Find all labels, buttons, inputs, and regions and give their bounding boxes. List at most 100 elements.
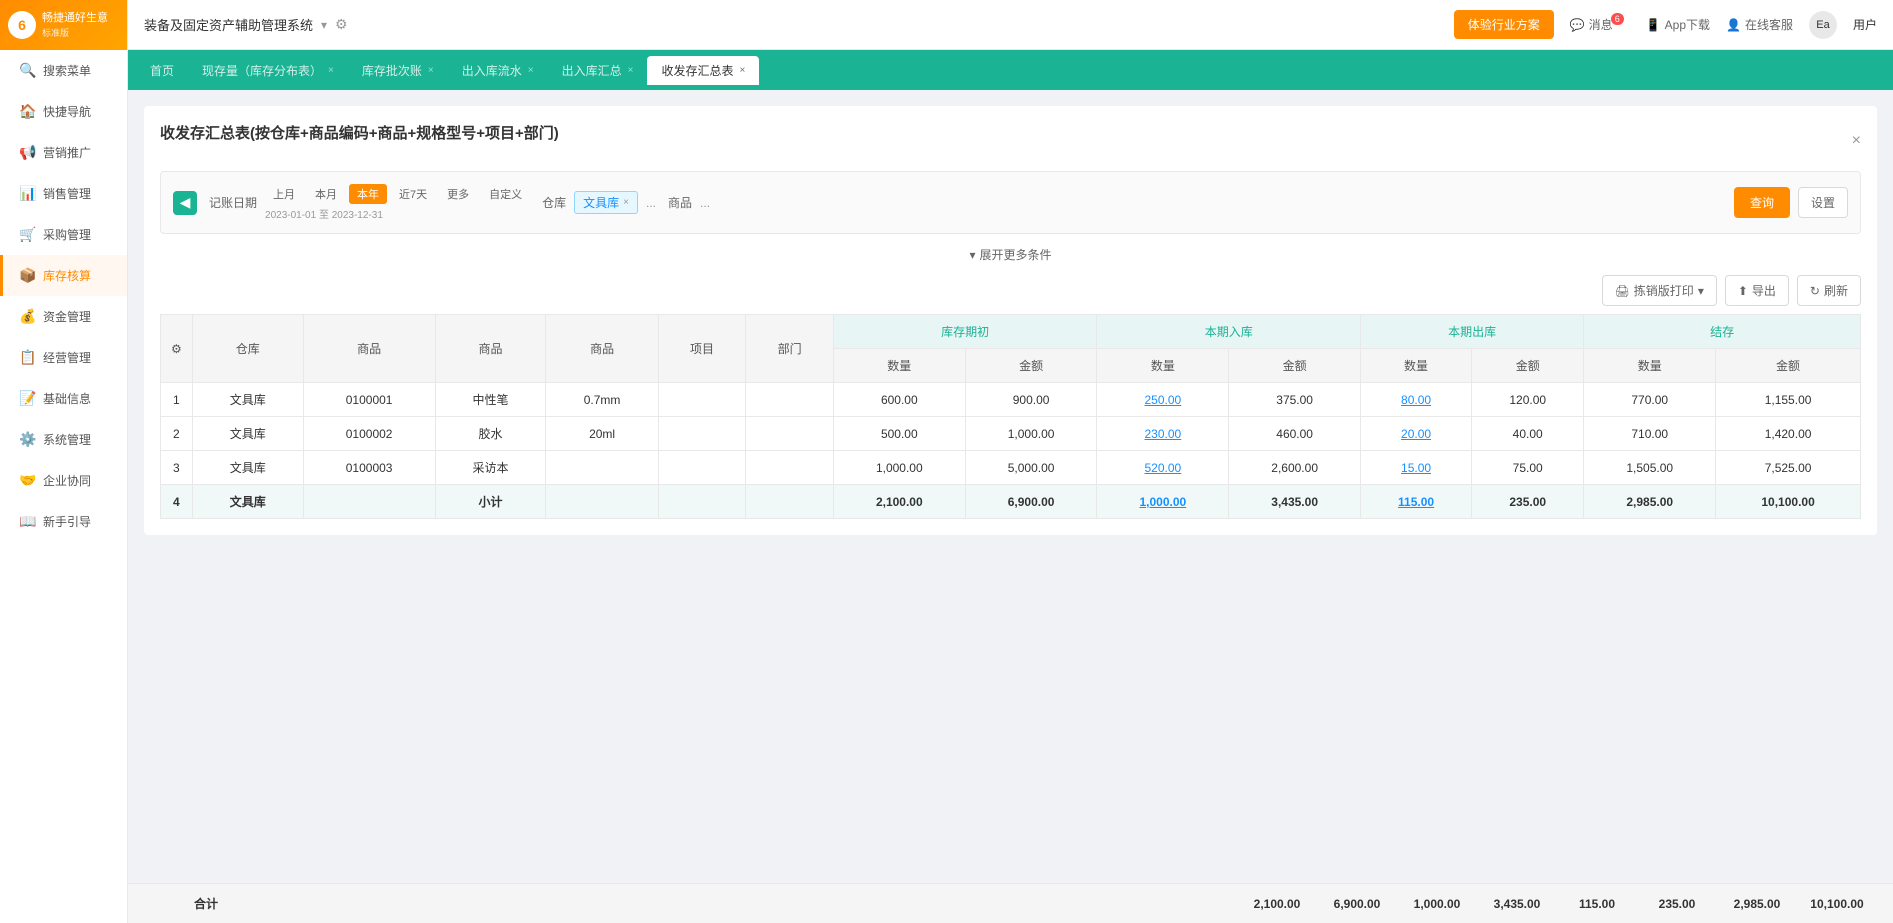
- tab-batch[interactable]: 库存批次账×: [348, 56, 448, 85]
- service-icon: 👤: [1726, 18, 1741, 32]
- cell-goods-name-3: 小计: [435, 485, 546, 519]
- cell-out-qty-1[interactable]: 20.00: [1361, 417, 1472, 451]
- sidebar-item-inventory[interactable]: 📦库存核算: [0, 255, 127, 296]
- sidebar-item-sales[interactable]: 📊销售管理: [0, 173, 127, 214]
- date-btn-this-year[interactable]: 本年: [349, 184, 387, 204]
- system-title-dropdown-icon[interactable]: ▾: [321, 18, 327, 32]
- date-btn-last-month[interactable]: 上月: [265, 184, 303, 204]
- tab-recv-send-summary[interactable]: 收发存汇总表×: [647, 56, 759, 85]
- tab-inout-flow[interactable]: 出入库流水×: [448, 56, 548, 85]
- online-service-label: 在线客服: [1745, 16, 1793, 33]
- table-row: 2 文具库 0100002 胶水 20ml 500.00 1,000.00 23…: [161, 417, 1861, 451]
- col-opening-amt: 金额: [965, 349, 1097, 383]
- cell-department-3: [746, 485, 834, 519]
- tab-close-inout-flow[interactable]: ×: [528, 65, 534, 76]
- sidebar-icon-basic-info: 📝: [19, 390, 35, 407]
- filter-expand-btn[interactable]: ◀: [173, 191, 197, 215]
- tab-home[interactable]: 首页: [136, 56, 188, 85]
- cell-out-qty-3[interactable]: 115.00: [1361, 485, 1472, 519]
- sidebar-label-inventory: 库存核算: [43, 267, 91, 284]
- warehouse-tag-text: 文具库: [583, 194, 619, 211]
- sidebar-icon-sales: 📊: [19, 185, 35, 202]
- app-download-btn[interactable]: 📱 App下载: [1646, 16, 1710, 33]
- system-title: 装备及固定资产辅助管理系统: [144, 15, 313, 34]
- cell-out-qty-2[interactable]: 15.00: [1361, 451, 1472, 485]
- date-buttons: 上月 本月 本年 近7天 更多 自定义 2023-01-01 至 2023-12…: [265, 184, 530, 221]
- download-icon: 📱: [1646, 18, 1661, 32]
- sidebar-item-basic-info[interactable]: 📝 基础信息: [0, 378, 127, 419]
- cell-out-qty-0[interactable]: 80.00: [1361, 383, 1472, 417]
- print-btn[interactable]: 🖨 拣销版打印 ▾: [1602, 275, 1717, 306]
- gear-icon[interactable]: ⚙: [335, 16, 348, 33]
- cell-opening-amt-0: 900.00: [965, 383, 1097, 417]
- cell-in-qty-1[interactable]: 230.00: [1097, 417, 1229, 451]
- tab-close-recv-send-summary[interactable]: ×: [739, 65, 745, 76]
- print-label: 拣销版打印: [1634, 282, 1694, 299]
- refresh-btn[interactable]: ↻ 刷新: [1797, 275, 1861, 306]
- cell-in-qty-3[interactable]: 1,000.00: [1097, 485, 1229, 519]
- sidebar-item-finance[interactable]: 💰资金管理: [0, 296, 127, 337]
- footer-in-qty: 1,000.00: [1397, 897, 1477, 911]
- cell-in-qty-0[interactable]: 250.00: [1097, 383, 1229, 417]
- col-group-opening: 库存期初: [833, 315, 1097, 349]
- tab-inout-summary[interactable]: 出入库汇总×: [548, 56, 648, 85]
- user-avatar[interactable]: Ea: [1809, 11, 1837, 39]
- cell-out-amt-2: 75.00: [1472, 451, 1584, 485]
- export-icon: ⬆: [1738, 284, 1748, 298]
- date-btn-more[interactable]: 更多: [439, 184, 477, 204]
- message-badge: 6: [1611, 13, 1624, 25]
- sidebar-item-business[interactable]: 📋经营管理: [0, 337, 127, 378]
- online-service-btn[interactable]: 👤 在线客服: [1726, 16, 1793, 33]
- warehouse-tag-close[interactable]: ×: [623, 197, 629, 208]
- warehouse-more-btn[interactable]: ...: [646, 196, 656, 210]
- cell-goods-code-1: 0100002: [303, 417, 435, 451]
- goods-filter: 商品 ...: [668, 194, 710, 211]
- filter-settings-btn[interactable]: 设置: [1798, 187, 1848, 218]
- col-settings-icon[interactable]: ⚙: [161, 315, 193, 383]
- date-btn-this-month[interactable]: 本月: [307, 184, 345, 204]
- tab-inventory-dist[interactable]: 现存量（库存分布表）×: [188, 56, 348, 85]
- expand-more-row[interactable]: ▾ 展开更多条件: [160, 242, 1861, 267]
- col-group-in: 本期入库: [1097, 315, 1361, 349]
- sidebar-label-system: 系统管理: [43, 431, 91, 448]
- cell-goods-code-0: 0100001: [303, 383, 435, 417]
- trial-btn[interactable]: 体验行业方案: [1454, 10, 1554, 39]
- sidebar-item-quick-nav[interactable]: 🏠快捷导航: [0, 91, 127, 132]
- app-logo: 6: [8, 11, 36, 39]
- sidebar-label-basic-info: 基础信息: [43, 390, 91, 407]
- goods-more-btn[interactable]: ...: [700, 196, 710, 210]
- sidebar-item-marketing[interactable]: 📢营销推广: [0, 132, 127, 173]
- message-btn[interactable]: 💬 消息 6: [1570, 16, 1630, 33]
- tab-close-inout-summary[interactable]: ×: [628, 65, 634, 76]
- sidebar-item-search[interactable]: 🔍搜索菜单: [0, 50, 127, 91]
- cell-closing-amt-2: 7,525.00: [1716, 451, 1861, 485]
- cell-out-amt-1: 40.00: [1472, 417, 1584, 451]
- sidebar-icon-quick-nav: 🏠: [19, 103, 35, 120]
- sidebar-item-guide[interactable]: 📖新手引导: [0, 501, 127, 542]
- footer-bar: 合计 2,100.00 6,900.00 1,000.00 3,435.00 1…: [128, 883, 1893, 923]
- print-icon: 🖨: [1615, 284, 1630, 298]
- sidebar-nav: 🔍搜索菜单🏠快捷导航📢营销推广📊销售管理🛒采购管理📦库存核算💰资金管理📋经营管理…: [0, 50, 127, 923]
- table-settings-icon[interactable]: ⚙: [171, 342, 182, 356]
- cell-seq-2: 3: [161, 451, 193, 485]
- col-closing-amt: 金额: [1716, 349, 1861, 383]
- date-btn-7days[interactable]: 近7天: [391, 184, 435, 204]
- sidebar-app-info: 畅捷通好生意 标准版: [42, 11, 108, 39]
- page-close-btn[interactable]: ×: [1852, 132, 1861, 150]
- topbar: 装备及固定资产辅助管理系统 ▾ ⚙ 体验行业方案 💬 消息 6 📱 App下载 …: [128, 0, 1893, 50]
- footer-closing-qty: 2,985.00: [1717, 897, 1797, 911]
- sidebar-item-system[interactable]: ⚙️系统管理: [0, 419, 127, 460]
- table-row: 1 文具库 0100001 中性笔 0.7mm 600.00 900.00 25…: [161, 383, 1861, 417]
- sidebar-item-purchase[interactable]: 🛒采购管理: [0, 214, 127, 255]
- toolbar: 🖨 拣销版打印 ▾ ⬆ 导出 ↻ 刷新: [160, 275, 1861, 306]
- sidebar-icon-purchase: 🛒: [19, 226, 35, 243]
- cell-closing-amt-1: 1,420.00: [1716, 417, 1861, 451]
- cell-in-qty-2[interactable]: 520.00: [1097, 451, 1229, 485]
- date-btn-custom[interactable]: 自定义: [481, 184, 530, 204]
- tab-close-inventory-dist[interactable]: ×: [328, 65, 334, 76]
- query-btn[interactable]: 查询: [1734, 187, 1790, 218]
- tab-close-batch[interactable]: ×: [428, 65, 434, 76]
- warehouse-tag[interactable]: 文具库 ×: [574, 191, 638, 214]
- sidebar-item-cooperation[interactable]: 🤝企业协同: [0, 460, 127, 501]
- export-btn[interactable]: ⬆ 导出: [1725, 275, 1789, 306]
